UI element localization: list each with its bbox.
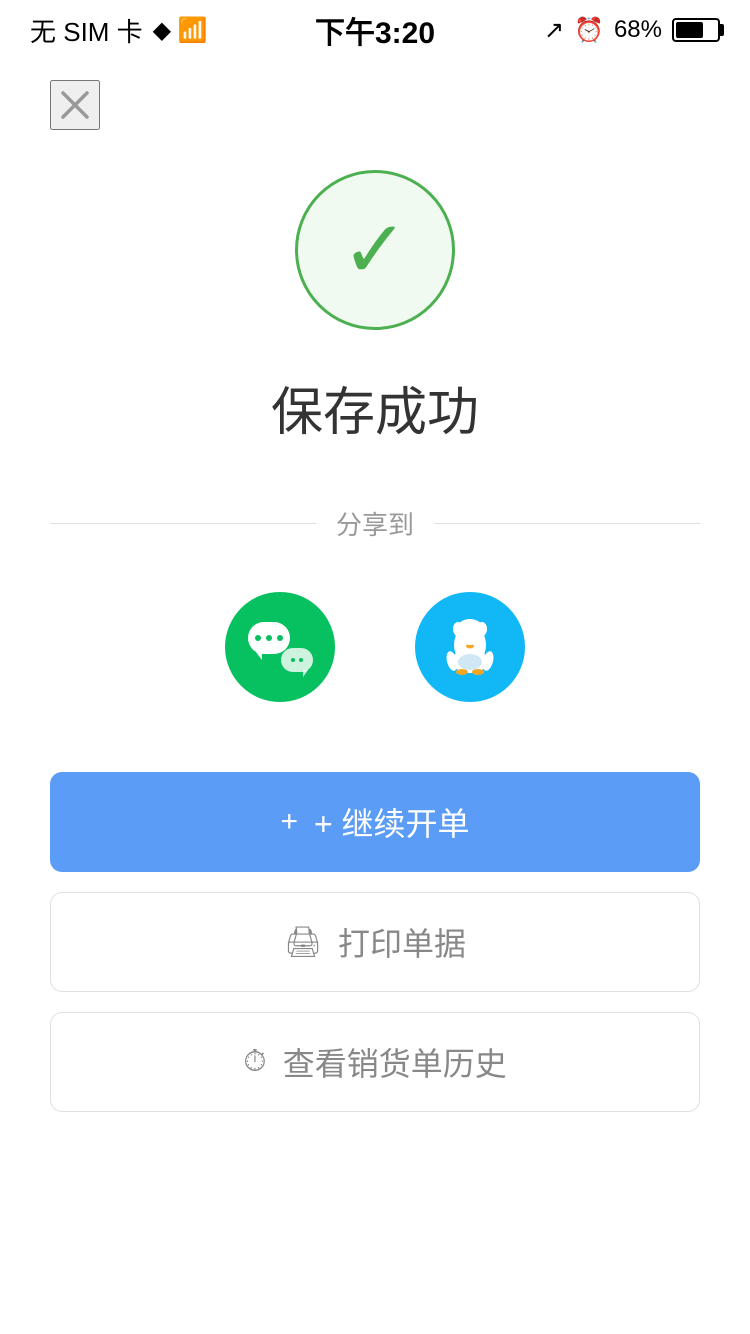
share-wechat-button[interactable] <box>225 592 335 702</box>
action-buttons: + + 继续开单 🖨 打印单据 ⏱ 查看销货单历史 <box>50 772 700 1112</box>
continue-order-button[interactable]: + + 继续开单 <box>50 772 700 872</box>
plus-icon: + <box>280 805 298 839</box>
battery-icon <box>672 18 720 42</box>
history-button[interactable]: ⏱ 查看销货单历史 <box>50 1012 700 1112</box>
share-label: 分享到 <box>336 505 414 542</box>
checkmark-icon: ✓ <box>341 210 408 290</box>
share-buttons-container <box>225 592 525 702</box>
print-label: 打印单据 <box>338 919 466 965</box>
success-title: 保存成功 <box>271 370 479 445</box>
wifi-icon: ◆ 📶 <box>153 16 208 45</box>
status-time: 下午3:20 <box>315 8 435 52</box>
battery-percent: 68% <box>614 16 662 44</box>
location-icon: ↗ <box>544 16 564 45</box>
close-button[interactable] <box>50 80 100 130</box>
print-icon: 🖨 <box>284 925 322 960</box>
status-bar: 无 SIM 卡 ◆ 📶 下午3:20 ↗ ⏰ 68% <box>0 0 750 60</box>
status-left: 无 SIM 卡 ◆ 📶 <box>30 12 208 49</box>
close-icon <box>57 87 93 123</box>
main-content: ✓ 保存成功 分享到 <box>0 60 750 1334</box>
print-button[interactable]: 🖨 打印单据 <box>50 892 700 992</box>
share-qq-button[interactable] <box>415 592 525 702</box>
wechat-icon <box>248 622 313 672</box>
alarm-icon: ⏰ <box>574 16 604 45</box>
success-icon-circle: ✓ <box>295 170 455 330</box>
status-right: ↗ ⏰ 68% <box>544 16 720 45</box>
history-label: 查看销货单历史 <box>283 1039 507 1085</box>
history-icon: ⏱ <box>243 1045 266 1079</box>
carrier-label: 无 SIM 卡 <box>30 12 143 49</box>
continue-order-label: + 继续开单 <box>314 799 470 845</box>
qq-icon <box>438 615 503 680</box>
share-divider: 分享到 <box>50 505 700 542</box>
